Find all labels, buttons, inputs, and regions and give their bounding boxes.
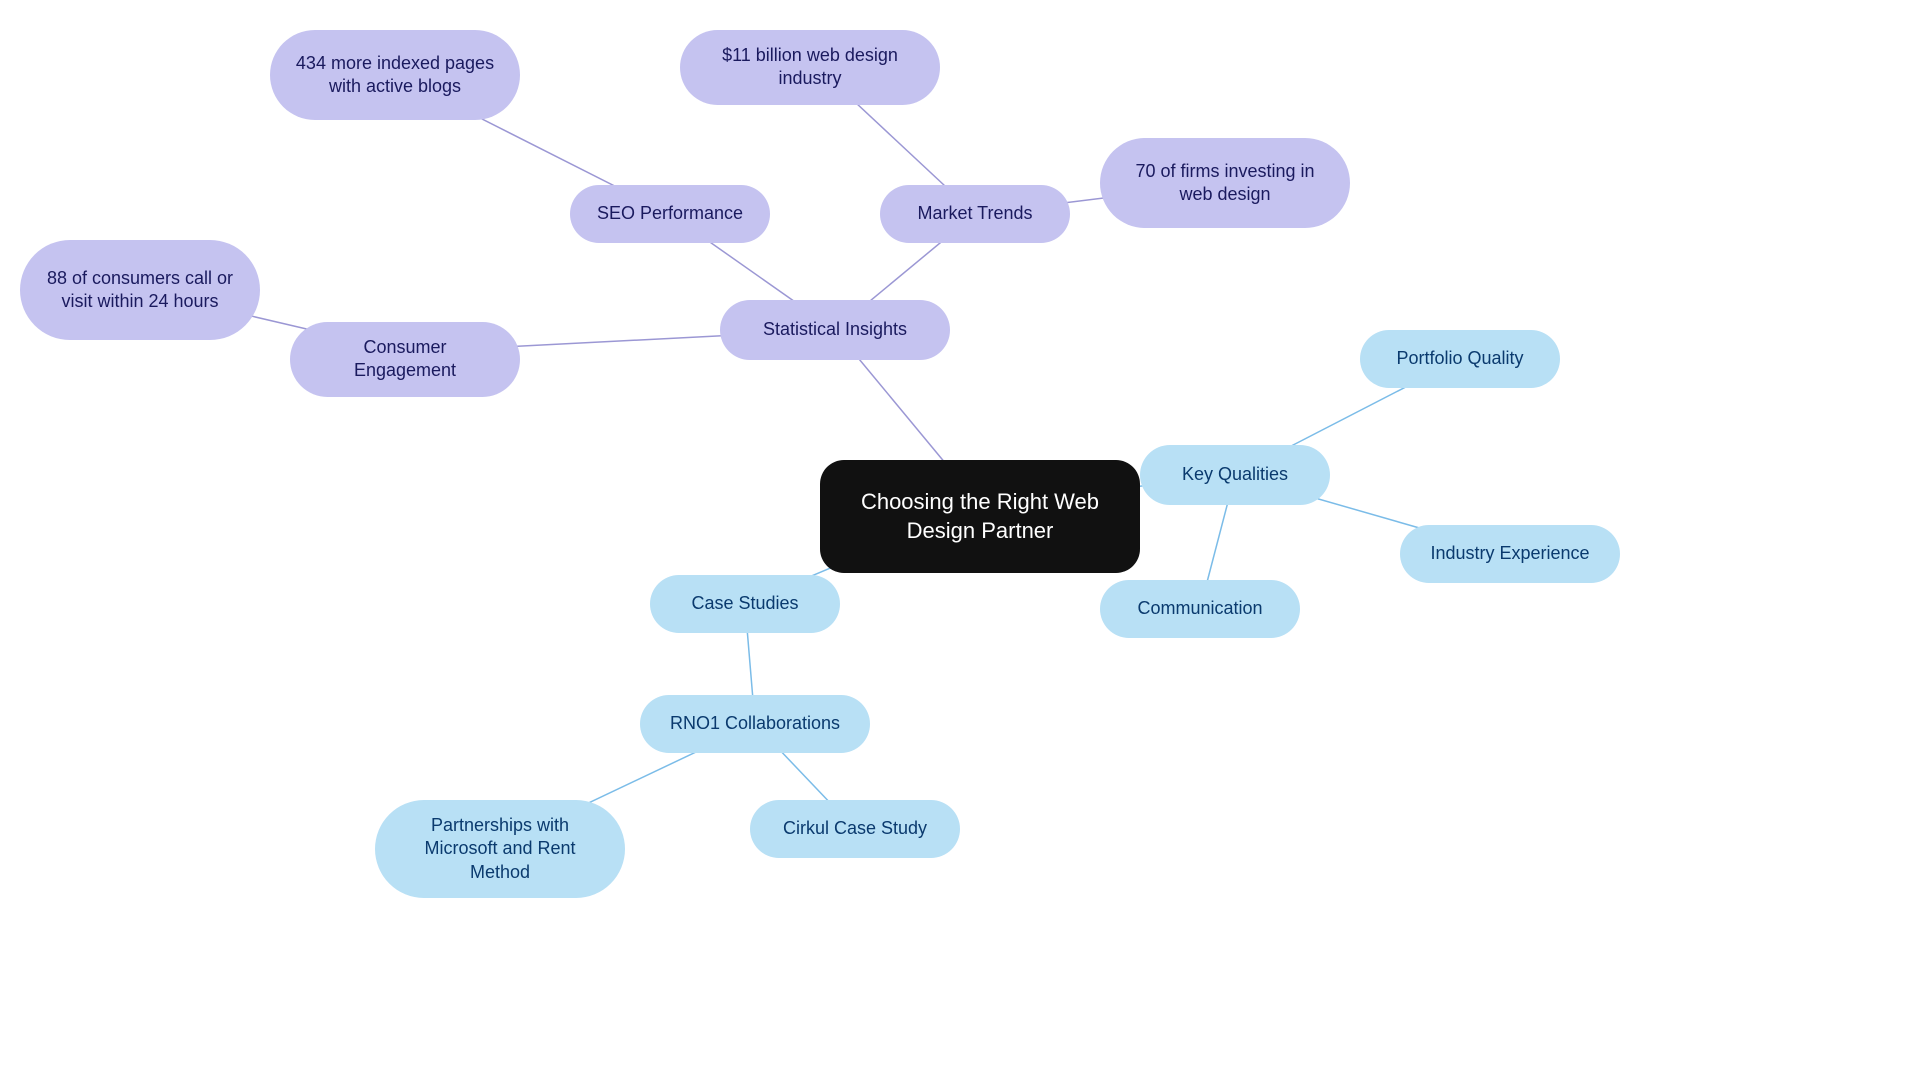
node-market_trends[interactable]: Market Trends <box>880 185 1070 243</box>
node-consumers_call[interactable]: 88 of consumers call or visit within 24 … <box>20 240 260 340</box>
node-statistical_insights[interactable]: Statistical Insights <box>720 300 950 360</box>
node-consumer_engagement[interactable]: Consumer Engagement <box>290 322 520 397</box>
node-billion_industry[interactable]: $11 billion web design industry <box>680 30 940 105</box>
node-partnerships[interactable]: Partnerships with Microsoft and Rent Met… <box>375 800 625 898</box>
node-portfolio_quality[interactable]: Portfolio Quality <box>1360 330 1560 388</box>
node-industry_experience[interactable]: Industry Experience <box>1400 525 1620 583</box>
node-seo_performance[interactable]: SEO Performance <box>570 185 770 243</box>
node-firms_investing[interactable]: 70 of firms investing in web design <box>1100 138 1350 228</box>
node-case_studies[interactable]: Case Studies <box>650 575 840 633</box>
node-key_qualities[interactable]: Key Qualities <box>1140 445 1330 505</box>
node-root[interactable]: Choosing the Right Web Design Partner <box>820 460 1140 573</box>
mindmap-container: Choosing the Right Web Design Partner Sta… <box>0 0 1920 1083</box>
node-rno1_collaborations[interactable]: RNO1 Collaborations <box>640 695 870 753</box>
node-communication[interactable]: Communication <box>1100 580 1300 638</box>
node-cirkul[interactable]: Cirkul Case Study <box>750 800 960 858</box>
node-more_indexed[interactable]: 434 more indexed pages with active blogs <box>270 30 520 120</box>
